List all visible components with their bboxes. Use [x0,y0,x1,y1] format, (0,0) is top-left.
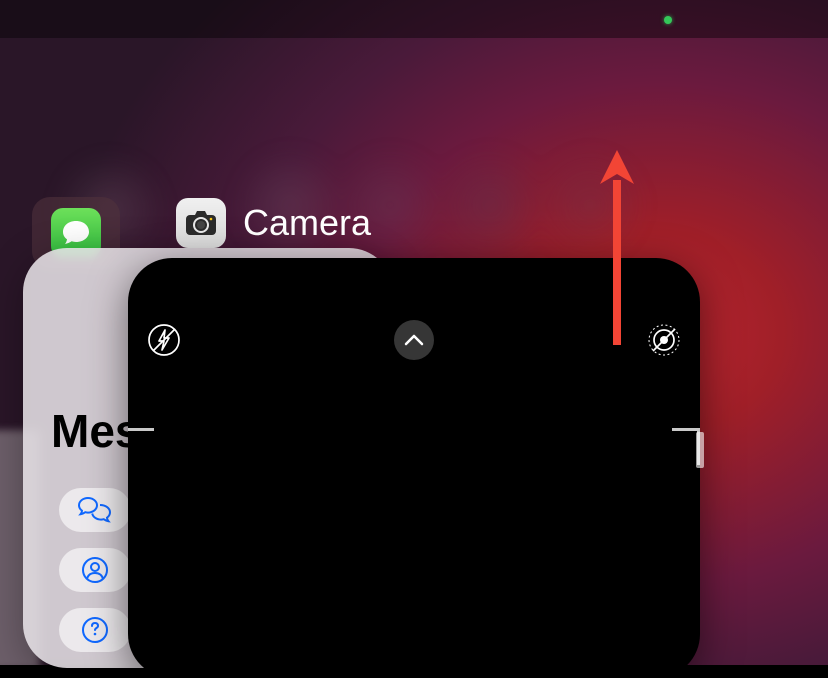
viewfinder-slider [696,432,704,468]
flash-off-icon [147,323,181,357]
flash-toggle[interactable] [146,322,182,358]
person-circle-icon [82,557,108,583]
person-question-icon [82,617,108,643]
live-photo-toggle[interactable] [646,322,682,358]
app-card-camera[interactable] [128,258,700,678]
camera-options-toggle[interactable] [394,320,434,360]
status-bar-area [0,0,828,38]
camera-app-label: Camera [243,202,371,244]
live-off-icon [647,323,681,357]
chevron-up-icon [404,334,424,346]
messages-filter-known[interactable] [59,548,131,592]
messages-filter-all[interactable] [59,488,131,532]
camera-glyph-icon [185,210,217,236]
messages-filter-unknown[interactable] [59,608,131,652]
chat-bubbles-icon [78,497,112,523]
viewfinder-frame-left [128,428,154,431]
camera-privacy-indicator [664,16,672,24]
camera-app-icon[interactable] [176,198,226,248]
viewfinder-frame-right [672,428,700,431]
